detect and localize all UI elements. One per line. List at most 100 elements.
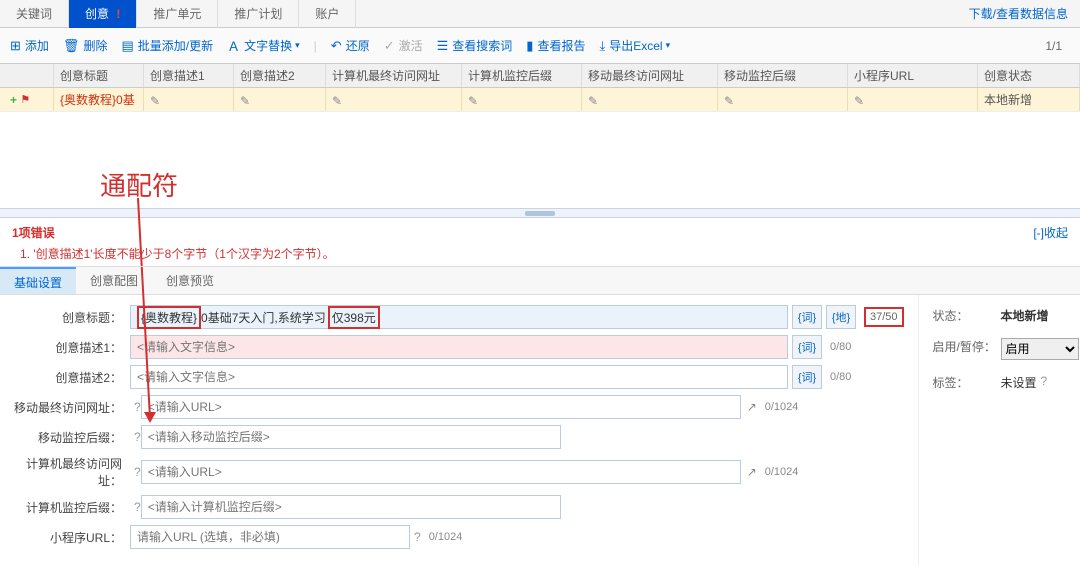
side-state-label: 状态： [933, 307, 1001, 324]
search-terms-button[interactable]: ☰查看搜索词 [437, 37, 513, 54]
help-icon[interactable]: ? [134, 500, 141, 514]
download-data-link[interactable]: 下载/查看数据信息 [969, 5, 1068, 22]
restore-icon: ↶ [331, 38, 342, 54]
add-button[interactable]: ⊞添加 [10, 37, 49, 54]
curl-input[interactable] [141, 460, 741, 484]
replace-icon: Ａ [227, 36, 240, 55]
tab-unit[interactable]: 推广单元 [137, 0, 218, 28]
error-title: 1项错误 [12, 224, 1068, 241]
col-pcsfx: 计算机监控后缀 [462, 64, 582, 87]
col-status: 创意状态 [978, 64, 1080, 87]
insert-region-button[interactable]: {地} [826, 305, 856, 329]
label-title: 创意标题： [14, 309, 130, 326]
tab-plan[interactable]: 推广计划 [218, 0, 299, 28]
col-desc1: 创意描述1 [144, 64, 234, 87]
error-item: 1. '创意描述1'长度不能少于8个字节（1个汉字为2个字节）。 [20, 245, 1068, 262]
toolbar: ⊞添加 🗑删除 ▤批量添加/更新 Ａ文字替换▾ | ↶还原 ✓激活 ☰查看搜索词… [0, 28, 1080, 64]
export-icon: ⤓ [599, 38, 605, 54]
enable-select[interactable]: 启用 [1001, 338, 1079, 360]
label-miniurl: 小程序URL： [14, 529, 130, 546]
cell-murl[interactable] [582, 88, 718, 111]
cell-mini[interactable] [848, 88, 978, 111]
desc2-input[interactable] [130, 365, 788, 389]
help-icon[interactable]: ? [134, 430, 141, 444]
error-flag-icon: ⚑ [20, 93, 30, 106]
murl-input[interactable] [141, 395, 741, 419]
insert-word-button[interactable]: {词} [792, 335, 822, 359]
label-desc2: 创意描述2： [14, 369, 130, 386]
title-input[interactable]: {奥数教程} 0基础7天入门,系统学习 仅398元 [130, 305, 788, 329]
grid-row[interactable]: + ⚑ {奥数教程}0基 本地新增 [0, 88, 1080, 112]
cell-desc2[interactable] [234, 88, 326, 111]
cell-pcsfx[interactable] [462, 88, 582, 111]
label-curl: 计算机最终访问网址： [14, 455, 130, 489]
help-icon[interactable]: ? [134, 465, 141, 479]
replace-button[interactable]: Ａ文字替换▾ [227, 36, 300, 55]
desc1-counter: 0/80 [830, 341, 851, 353]
help-icon[interactable]: ? [1041, 374, 1048, 391]
check-icon: ✓ [384, 38, 395, 54]
tab-creative[interactable]: 创意 ! [69, 0, 137, 28]
murl-counter: 0/1024 [765, 401, 799, 413]
edit-icon [468, 94, 480, 106]
cell-title[interactable]: {奥数教程}0基 [54, 88, 144, 111]
tab-account[interactable]: 账户 [299, 0, 356, 28]
batch-icon: ▤ [121, 38, 133, 54]
error-panel: 1项错误 1. '创意描述1'长度不能少于8个字节（1个汉字为2个字节）。 [-… [0, 218, 1080, 267]
restore-button[interactable]: ↶还原 [331, 37, 370, 54]
batch-button[interactable]: ▤批量添加/更新 [121, 37, 213, 54]
delete-button[interactable]: 🗑删除 [63, 37, 108, 54]
report-button[interactable]: ▮查看报告 [526, 37, 585, 54]
side-enable-label: 启用/暂停： [933, 338, 1001, 360]
chevron-down-icon: ▾ [295, 40, 300, 51]
ftab-basic[interactable]: 基础设置 [0, 267, 76, 294]
label-csfx: 计算机监控后缀： [14, 499, 130, 516]
cell-desc1[interactable] [144, 88, 234, 111]
edit-icon [588, 94, 600, 106]
edit-icon [332, 94, 344, 106]
trash-icon: 🗑 [63, 38, 80, 54]
miniurl-input[interactable] [130, 525, 410, 549]
desc2-counter: 0/80 [830, 371, 851, 383]
cell-msfx[interactable] [718, 88, 848, 111]
popout-icon[interactable]: ↗ [747, 400, 757, 414]
insert-word-button[interactable]: {词} [792, 305, 822, 329]
curl-counter: 0/1024 [765, 466, 799, 478]
main-tab-bar: 关键词 创意 ! 推广单元 推广计划 账户 下载/查看数据信息 [0, 0, 1080, 28]
warning-icon: ! [116, 7, 120, 21]
edit-icon [724, 94, 736, 106]
col-desc2: 创意描述2 [234, 64, 326, 87]
label-desc1: 创意描述1： [14, 339, 130, 356]
col-murl: 移动最终访问网址 [582, 64, 718, 87]
annotation-overlay: 通配符 [0, 112, 1080, 208]
activate-button: ✓激活 [384, 37, 423, 54]
collapse-link[interactable]: [-]收起 [1033, 224, 1068, 241]
cell-status: 本地新增 [978, 88, 1080, 111]
col-pcurl: 计算机最终访问网址 [326, 64, 462, 87]
side-panel: 状态： 本地新增 启用/暂停： 启用 标签： 未设置 ? [918, 295, 1080, 565]
side-tag-value: 未设置 [1001, 374, 1037, 391]
col-msfx: 移动监控后缀 [718, 64, 848, 87]
label-msfx: 移动监控后缀： [14, 429, 130, 446]
col-title: 创意标题 [54, 64, 144, 87]
export-button[interactable]: ⤓导出Excel▾ [599, 37, 670, 54]
desc1-input[interactable] [130, 335, 788, 359]
pager: 1/1 [1045, 39, 1070, 53]
plus-icon: ⊞ [10, 38, 21, 54]
edit-icon [240, 94, 252, 106]
col-blank [0, 64, 54, 87]
col-mini: 小程序URL [848, 64, 978, 87]
msfx-input[interactable] [141, 425, 561, 449]
tab-creative-label: 创意 [85, 7, 109, 21]
chart-icon: ▮ [526, 38, 533, 54]
tab-keyword[interactable]: 关键词 [0, 0, 69, 28]
edit-icon [854, 94, 866, 106]
help-icon[interactable]: ? [414, 530, 421, 544]
popout-icon[interactable]: ↗ [747, 465, 757, 479]
chevron-down-icon: ▾ [666, 40, 671, 51]
csfx-input[interactable] [141, 495, 561, 519]
label-murl: 移动最终访问网址： [14, 399, 130, 416]
insert-word-button[interactable]: {词} [792, 365, 822, 389]
cell-pcurl[interactable] [326, 88, 462, 111]
row-add-icon[interactable]: + [6, 93, 17, 107]
